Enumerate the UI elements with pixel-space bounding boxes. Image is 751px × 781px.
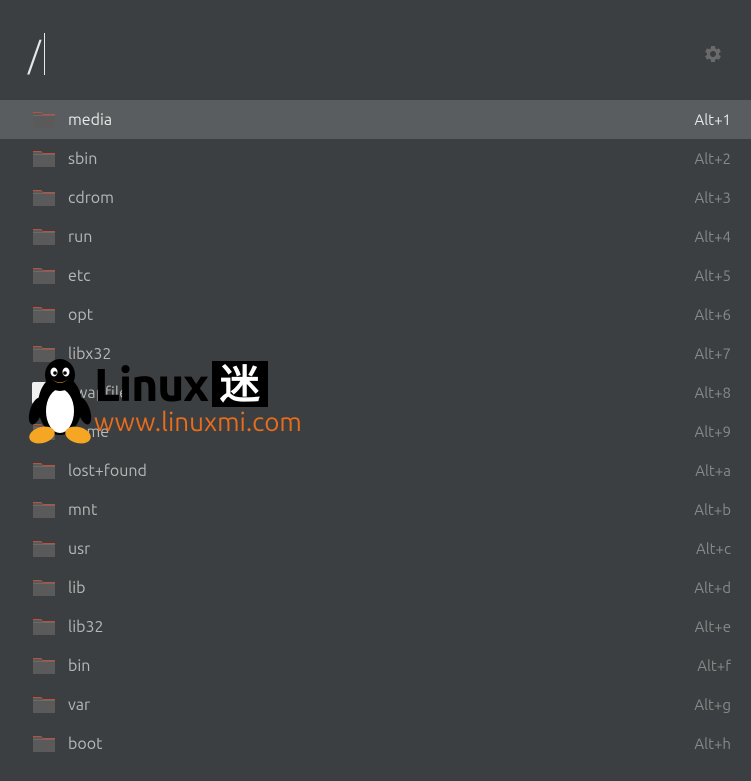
folder-icon [32,188,56,208]
file-icon [32,382,56,404]
folder-icon [32,305,56,325]
item-shortcut: Alt+g [694,696,731,713]
item-label: usr [68,540,696,558]
folder-icon [32,656,56,676]
item-shortcut: Alt+e [695,618,731,635]
folder-icon [32,695,56,715]
list-item[interactable]: lost+foundAlt+a [0,451,751,490]
item-shortcut: Alt+c [696,540,731,557]
folder-icon [32,422,56,442]
list-item[interactable]: libx32Alt+7 [0,334,751,373]
item-label: swapfile [68,384,695,402]
list-item[interactable]: varAlt+g [0,685,751,724]
list-item[interactable]: libAlt+d [0,568,751,607]
list-item[interactable]: cdromAlt+3 [0,178,751,217]
item-shortcut: Alt+3 [695,189,732,206]
folder-icon [32,110,56,130]
item-label: var [68,696,694,714]
item-shortcut: Alt+9 [695,423,732,440]
list-item[interactable]: swapfileAlt+8 [0,373,751,412]
folder-icon [32,617,56,637]
folder-icon [32,500,56,520]
item-shortcut: Alt+4 [695,228,732,245]
item-label: mnt [68,501,694,519]
folder-icon [32,227,56,247]
item-shortcut: Alt+5 [695,267,732,284]
item-label: lib32 [68,618,695,636]
list-item[interactable]: etcAlt+5 [0,256,751,295]
item-label: etc [68,267,695,285]
list-item[interactable]: binAlt+f [0,646,751,685]
header: / [0,0,751,100]
file-list: mediaAlt+1 sbinAlt+2 cdromAlt+3 runAlt+4… [0,100,751,763]
item-label: libx32 [68,345,695,363]
text-cursor [44,33,45,75]
path-input[interactable]: / [28,33,45,75]
folder-icon [32,539,56,559]
list-item[interactable]: optAlt+6 [0,295,751,334]
folder-icon [32,461,56,481]
item-label: home [68,423,695,441]
list-item[interactable]: bootAlt+h [0,724,751,763]
item-label: boot [68,735,694,753]
item-label: lib [68,579,694,597]
folder-icon [32,734,56,754]
item-label: bin [68,657,697,675]
item-label: cdrom [68,189,695,207]
folder-icon [32,149,56,169]
list-item[interactable]: mediaAlt+1 [0,100,751,139]
item-shortcut: Alt+6 [695,306,732,323]
item-label: opt [68,306,695,324]
folder-icon [32,344,56,364]
item-shortcut: Alt+7 [695,345,732,362]
item-label: lost+found [68,462,695,480]
item-shortcut: Alt+a [695,462,731,479]
gear-icon[interactable] [703,44,723,64]
item-shortcut: Alt+h [694,735,731,752]
list-item[interactable]: lib32Alt+e [0,607,751,646]
folder-icon [32,578,56,598]
item-label: sbin [68,150,695,168]
list-item[interactable]: sbinAlt+2 [0,139,751,178]
item-label: media [68,111,695,129]
folder-icon [32,266,56,286]
list-item[interactable]: mntAlt+b [0,490,751,529]
path-text: / [28,34,42,75]
item-shortcut: Alt+b [694,501,731,518]
item-shortcut: Alt+1 [695,111,732,128]
list-item[interactable]: homeAlt+9 [0,412,751,451]
item-shortcut: Alt+f [697,657,731,674]
item-shortcut: Alt+d [694,579,731,596]
list-item[interactable]: runAlt+4 [0,217,751,256]
item-label: run [68,228,695,246]
list-item[interactable]: usrAlt+c [0,529,751,568]
item-shortcut: Alt+8 [695,384,732,401]
item-shortcut: Alt+2 [695,150,732,167]
